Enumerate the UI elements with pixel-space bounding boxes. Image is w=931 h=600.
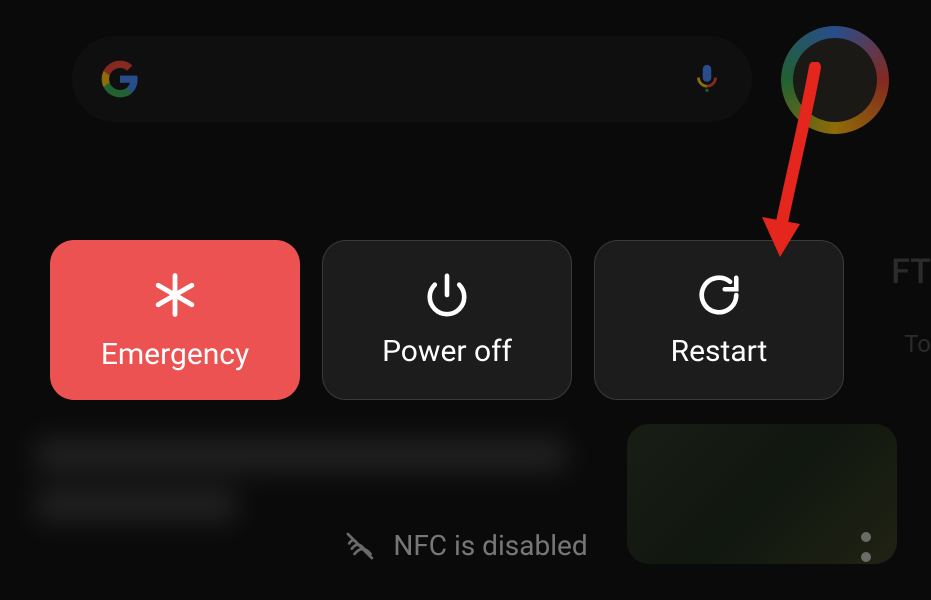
restart-label: Restart xyxy=(671,334,768,369)
feed-image-card xyxy=(627,424,897,564)
restart-button[interactable]: Restart xyxy=(594,240,844,400)
avatar-photo xyxy=(793,38,877,122)
nfc-disabled-icon xyxy=(343,530,375,562)
restart-icon xyxy=(696,272,742,318)
power-menu: Emergency Power off Restart xyxy=(50,240,844,400)
mic-icon xyxy=(690,57,724,101)
power-icon xyxy=(424,272,470,318)
nfc-status-bar: NFC is disabled xyxy=(343,529,587,562)
power-off-label: Power off xyxy=(382,334,512,369)
nfc-status-label: NFC is disabled xyxy=(393,529,587,562)
google-g-icon xyxy=(100,59,140,99)
emergency-label: Emergency xyxy=(101,337,249,372)
power-off-button[interactable]: Power off xyxy=(322,240,572,400)
emergency-button[interactable]: Emergency xyxy=(50,240,300,400)
more-vertical-icon xyxy=(861,532,871,562)
feed-card-title-peek: FT xyxy=(891,252,931,292)
blurred-feed-text xyxy=(36,440,566,540)
asterisk-medical-icon xyxy=(149,269,201,321)
feed-card-subtitle-peek: To xyxy=(904,330,931,358)
google-search-bar xyxy=(72,36,752,122)
profile-avatar xyxy=(783,28,887,132)
